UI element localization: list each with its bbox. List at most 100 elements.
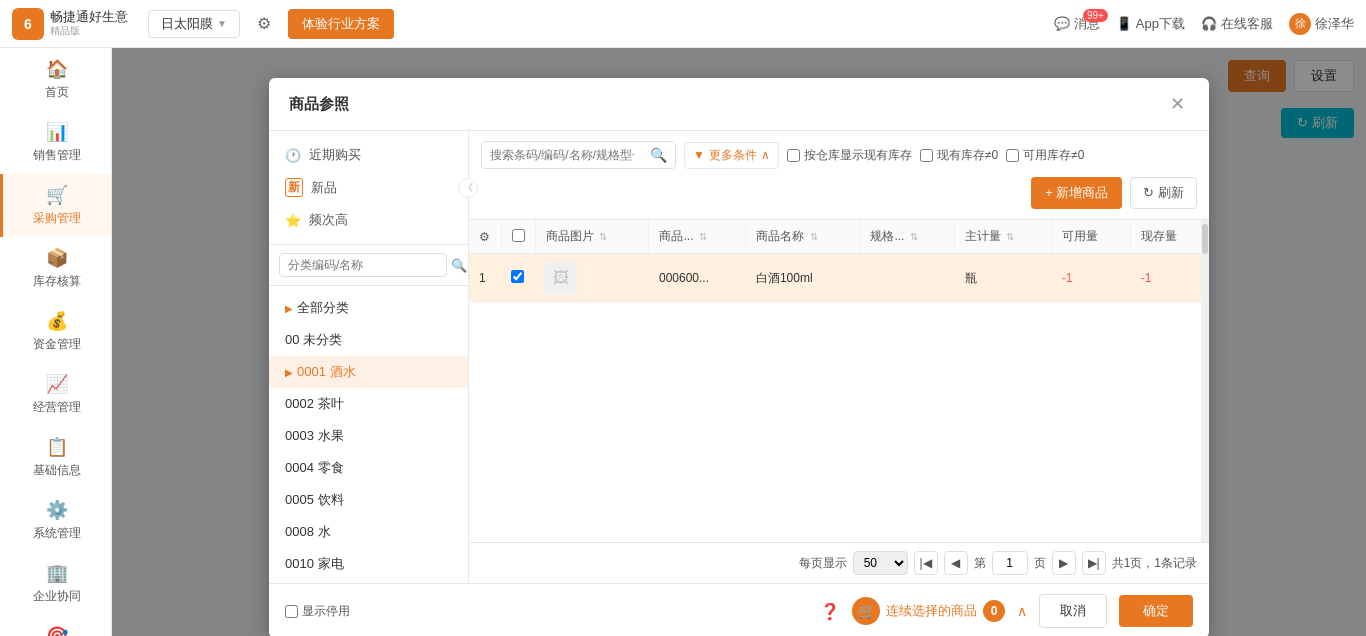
prev-page-button[interactable]: ◀ bbox=[944, 551, 968, 575]
page-size-select[interactable]: 50 100 200 bbox=[853, 551, 908, 575]
row-code-cell: 000600... bbox=[649, 254, 746, 303]
category-0010[interactable]: 0010 家电 bbox=[269, 548, 468, 580]
col-product-img: 商品图片 ⇅ bbox=[535, 220, 649, 254]
show-disabled-checkbox[interactable] bbox=[285, 605, 298, 618]
warehouse-stock-checkbox[interactable] bbox=[787, 149, 800, 162]
category-0008[interactable]: 0008 水 bbox=[269, 516, 468, 548]
col-settings: ⚙ bbox=[469, 220, 501, 254]
cart-icon[interactable]: 🛒 bbox=[852, 597, 880, 625]
category-all[interactable]: ▶ 全部分类 bbox=[269, 292, 468, 324]
tab-frequent[interactable]: ⭐ 频次高 bbox=[269, 204, 468, 236]
help-icon[interactable]: ❓ bbox=[820, 602, 840, 621]
avail-neq0-checkbox[interactable] bbox=[920, 149, 933, 162]
modal-close-button[interactable]: ✕ bbox=[1165, 92, 1189, 116]
tab-new-products[interactable]: 新 新品 bbox=[269, 171, 468, 204]
add-product-button[interactable]: + 新增商品 bbox=[1031, 177, 1122, 209]
category-0003[interactable]: 0003 水果 bbox=[269, 420, 468, 452]
filter-icon: ▼ bbox=[693, 148, 705, 162]
product-table: ⚙ 商品图片 ⇅ bbox=[469, 220, 1209, 303]
row-checkbox[interactable] bbox=[511, 270, 524, 283]
row-available-cell: -1 bbox=[1052, 254, 1131, 303]
app-download-button[interactable]: 📱 App下载 bbox=[1116, 15, 1185, 33]
sidebar-item-purchase[interactable]: 🛒 采购管理 bbox=[0, 174, 111, 237]
more-filters-button[interactable]: ▼ 更多条件 ∧ bbox=[684, 142, 779, 169]
last-page-button[interactable]: ▶| bbox=[1082, 551, 1106, 575]
sidebar-item-enterprise[interactable]: 🏢 企业协同 bbox=[0, 552, 111, 615]
sort-unit-icon: ⇅ bbox=[1006, 231, 1014, 242]
message-icon: 💬 bbox=[1054, 16, 1070, 31]
settings-icon[interactable]: ⚙ bbox=[248, 8, 280, 40]
headset-icon: 🎧 bbox=[1201, 16, 1217, 31]
content-area: 查询 设置 ↻ 刷新 商品参照 ✕ 🕐 bbox=[112, 48, 1366, 636]
first-page-button[interactable]: |◀ bbox=[914, 551, 938, 575]
footer-right: ❓ 🛒 连续选择的商品 0 ∧ 取消 确定 bbox=[820, 594, 1193, 628]
col-product-code: 商品... ⇅ bbox=[649, 220, 746, 254]
settings-col-icon[interactable]: ⚙ bbox=[479, 230, 490, 244]
filter-up-icon: ∧ bbox=[761, 148, 770, 162]
sidebar-label-base: 基础信息 bbox=[33, 462, 81, 479]
category-0004[interactable]: 0004 零食 bbox=[269, 452, 468, 484]
sidebar-item-finance[interactable]: 💰 资金管理 bbox=[0, 300, 111, 363]
checkbox-avail-neq0[interactable]: 现有库存≠0 bbox=[920, 147, 998, 164]
product-search-input[interactable] bbox=[482, 143, 642, 167]
user-menu[interactable]: 徐 徐泽华 bbox=[1289, 13, 1354, 35]
sidebar: 🏠 首页 📊 销售管理 🛒 采购管理 📦 库存核算 💰 资金管理 📈 经营管理 … bbox=[0, 48, 112, 636]
tab-recent-purchase[interactable]: 🕐 近期购买 bbox=[269, 139, 468, 171]
product-table-container: ⚙ 商品图片 ⇅ bbox=[469, 220, 1209, 542]
sidebar-item-home[interactable]: 🏠 首页 bbox=[0, 48, 111, 111]
category-search-input[interactable] bbox=[279, 253, 447, 277]
page-number-input[interactable]: 1 bbox=[992, 551, 1028, 575]
logo-icon: 6 bbox=[12, 8, 44, 40]
checkbox-warehouse-stock[interactable]: 按仓库显示现有库存 bbox=[787, 147, 912, 164]
sidebar-item-system[interactable]: ⚙️ 系统管理 bbox=[0, 489, 111, 552]
show-disabled-checkbox-label[interactable]: 显示停用 bbox=[285, 603, 350, 620]
scrollbar-thumb bbox=[1202, 224, 1208, 254]
online-service-button[interactable]: 🎧 在线客服 bbox=[1201, 15, 1273, 33]
main-layout: 🏠 首页 📊 销售管理 🛒 采购管理 📦 库存核算 💰 资金管理 📈 经营管理 … bbox=[0, 48, 1366, 636]
sidebar-item-inventory[interactable]: 📦 库存核算 bbox=[0, 237, 111, 300]
cancel-button[interactable]: 取消 bbox=[1039, 594, 1107, 628]
category-0002[interactable]: 0002 茶叶 bbox=[269, 388, 468, 420]
left-panel-tabs: 🕐 近期购买 新 新品 ⭐ 频次高 《 bbox=[269, 131, 468, 245]
vertical-scrollbar[interactable] bbox=[1201, 220, 1209, 542]
modal-overlay: 商品参照 ✕ 🕐 近期购买 新 bbox=[112, 48, 1366, 636]
finance-icon: 💰 bbox=[46, 310, 68, 332]
sidebar-label-inventory: 库存核算 bbox=[33, 273, 81, 290]
modal-body: 🕐 近期购买 新 新品 ⭐ 频次高 《 bbox=[269, 131, 1209, 583]
product-search-field: 🔍 bbox=[481, 141, 676, 169]
sidebar-label-home: 首页 bbox=[45, 84, 69, 101]
row-num-cell: 1 bbox=[469, 254, 501, 303]
category-0005[interactable]: 0005 饮料 bbox=[269, 484, 468, 516]
cart-area: 🛒 连续选择的商品 0 bbox=[852, 597, 1005, 625]
product-search-button[interactable]: 🔍 bbox=[642, 142, 675, 168]
arrow-active-icon: ▶ bbox=[285, 367, 293, 378]
chevron-up-icon[interactable]: ∧ bbox=[1017, 603, 1027, 619]
product-reference-modal: 商品参照 ✕ 🕐 近期购买 新 bbox=[269, 78, 1209, 636]
message-badge: 99+ bbox=[1083, 9, 1108, 22]
category-00[interactable]: 00 未分类 bbox=[269, 324, 468, 356]
sidebar-item-guide[interactable]: 🎯 新手引导 bbox=[0, 615, 111, 636]
category-search-icon[interactable]: 🔍 bbox=[451, 258, 467, 273]
row-checkbox-cell bbox=[501, 254, 535, 303]
experience-button[interactable]: 体验行业方案 bbox=[288, 9, 394, 39]
confirm-button[interactable]: 确定 bbox=[1119, 595, 1193, 627]
category-tree: ▶ 全部分类 00 未分类 ▶ 0001 酒水 0002 茶 bbox=[269, 286, 468, 583]
logo-area: 6 畅捷通好生意 精品版 bbox=[12, 8, 132, 40]
sidebar-item-sales[interactable]: 📊 销售管理 bbox=[0, 111, 111, 174]
sidebar-label-purchase: 采购管理 bbox=[33, 210, 81, 227]
purchase-icon: 🛒 bbox=[46, 184, 68, 206]
col-product-name: 商品名称 ⇅ bbox=[746, 220, 860, 254]
sidebar-item-operations[interactable]: 📈 经营管理 bbox=[0, 363, 111, 426]
next-page-button[interactable]: ▶ bbox=[1052, 551, 1076, 575]
select-all-checkbox[interactable] bbox=[512, 229, 525, 242]
usable-neq0-checkbox[interactable] bbox=[1006, 149, 1019, 162]
nav-dropdown[interactable]: 日太阳膜 ▼ bbox=[148, 10, 240, 38]
category-0001[interactable]: ▶ 0001 酒水 bbox=[269, 356, 468, 388]
table-row[interactable]: 1 🖼 bbox=[469, 254, 1209, 303]
checkbox-usable-neq0[interactable]: 可用库存≠0 bbox=[1006, 147, 1084, 164]
messages-button[interactable]: 💬 消息 99+ bbox=[1054, 15, 1100, 33]
sidebar-item-base[interactable]: 📋 基础信息 bbox=[0, 426, 111, 489]
sidebar-label-system: 系统管理 bbox=[33, 525, 81, 542]
refresh-button[interactable]: ↻ 刷新 bbox=[1130, 177, 1197, 209]
collapse-left-panel-button[interactable]: 《 bbox=[458, 178, 478, 198]
